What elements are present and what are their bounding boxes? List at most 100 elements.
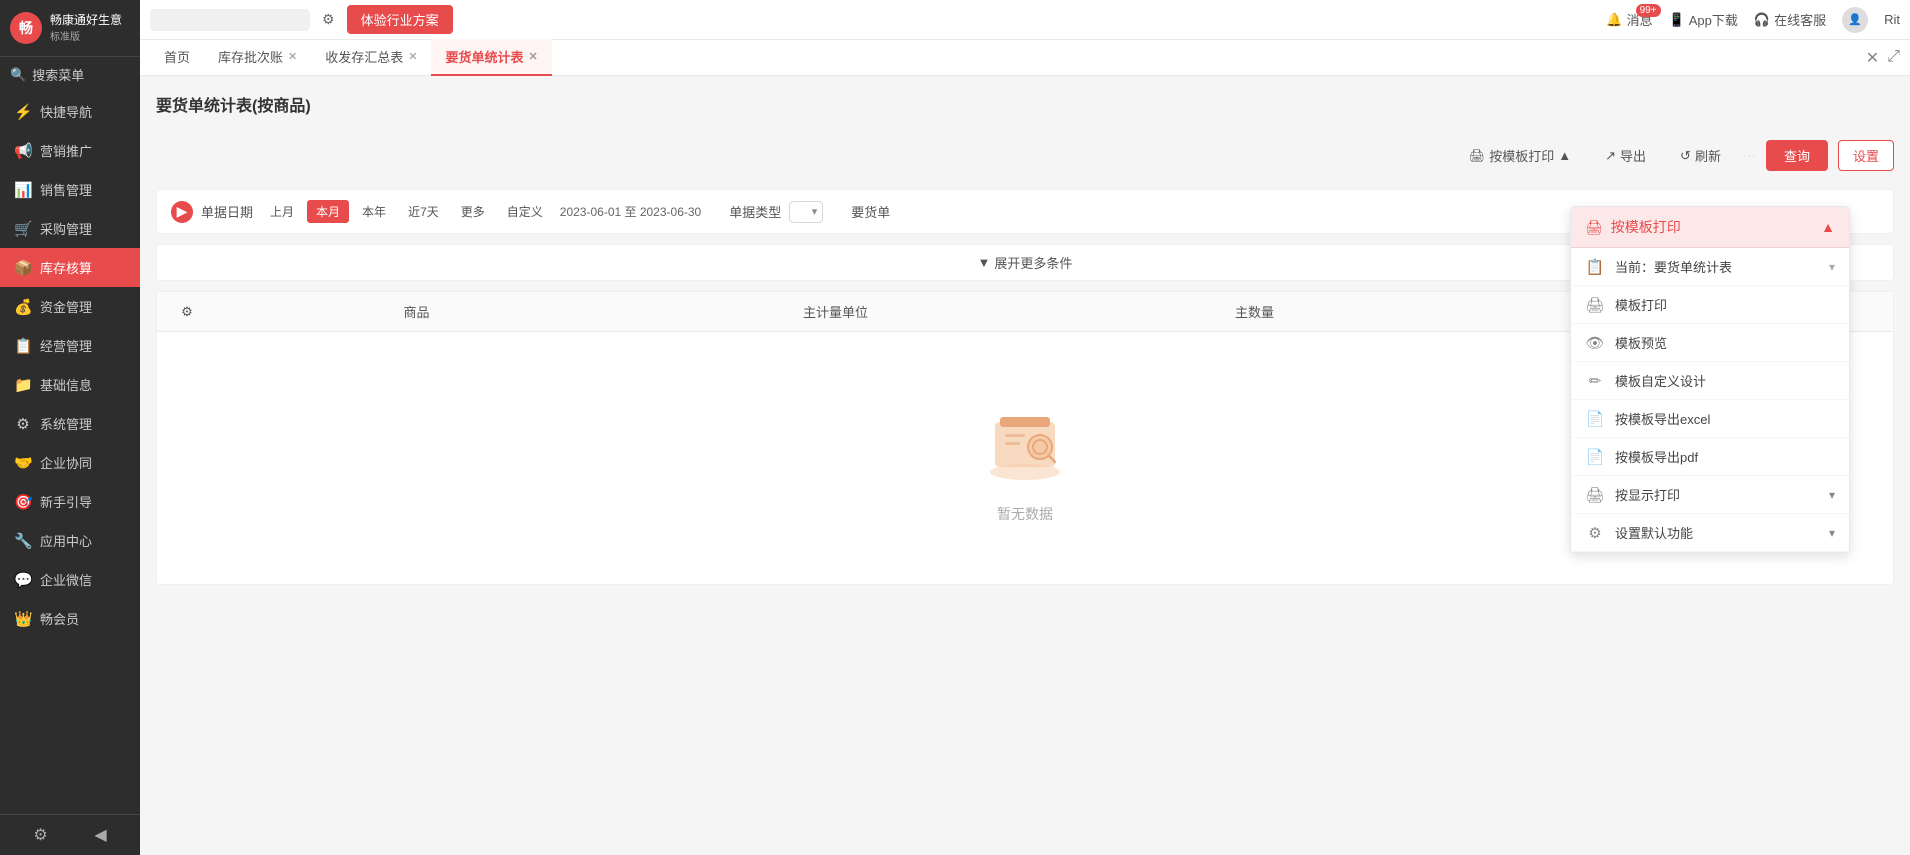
quick-nav-icon: ⚡: [14, 103, 32, 121]
tab-order-stats[interactable]: 要货单统计表 ✕: [431, 39, 551, 76]
tab-home[interactable]: 首页: [150, 39, 204, 76]
operation-icon: 📋: [14, 337, 32, 355]
dropdown-item-template-preview[interactable]: 👁 模板预览: [1571, 324, 1849, 362]
sidebar-item-basic[interactable]: 📁 基础信息: [0, 365, 140, 404]
dropdown-title: 🖨 按模板打印: [1585, 217, 1681, 237]
print-btn[interactable]: 🖨 按模板打印 ▲: [1457, 141, 1583, 170]
tab-collection-summary[interactable]: 收发存汇总表 ✕: [311, 39, 431, 76]
sidebar-search[interactable]: 🔍 搜索菜单: [0, 57, 140, 92]
template-print-icon: 🖨: [1585, 296, 1605, 314]
col-settings[interactable]: ⚙: [167, 294, 207, 330]
export-label: 导出: [1620, 146, 1646, 165]
query-btn[interactable]: 查询: [1766, 140, 1828, 171]
dropdown-title-label: 按模板打印: [1611, 217, 1681, 237]
app-download-btn[interactable]: 📱 App下载: [1669, 10, 1738, 29]
sidebar-item-inventory[interactable]: 📦 库存核算: [0, 248, 140, 287]
expand-label: 展开更多条件: [994, 253, 1072, 272]
sidebar-item-marketing[interactable]: 📢 营销推广: [0, 131, 140, 170]
trial-btn[interactable]: 体验行业方案: [347, 5, 453, 34]
template-custom-label: 模板自定义设计: [1615, 371, 1706, 390]
username-label: Rit: [1884, 12, 1900, 27]
type-select[interactable]: [789, 201, 823, 223]
dropdown-display-print[interactable]: 🖨 按显示打印 ▾: [1571, 476, 1849, 514]
membership-icon: 👑: [14, 610, 32, 628]
display-print-icon: 🖨: [1585, 486, 1605, 504]
date-btn-custom[interactable]: 自定义: [498, 200, 552, 223]
topbar-search-input[interactable]: [150, 9, 310, 31]
main-content: ⚙ 体验行业方案 🔔 消息 99+ 📱 App下载 🎧 在线客服 👤 Rit 首…: [140, 0, 1910, 855]
sidebar-item-label: 销售管理: [40, 180, 92, 199]
newbie-icon: 🎯: [14, 493, 32, 511]
export-btn[interactable]: ↗ 导出: [1593, 141, 1658, 170]
tab-batch-account-close[interactable]: ✕: [288, 50, 297, 63]
print-label: 按模板打印: [1489, 146, 1554, 165]
dropdown-item-template-custom[interactable]: ✏ 模板自定义设计: [1571, 362, 1849, 400]
online-service-btn[interactable]: 🎧 在线客服: [1754, 10, 1826, 29]
export-icon: ↗: [1605, 148, 1616, 164]
notification-btn[interactable]: 🔔 消息 99+: [1606, 10, 1652, 29]
date-btn-last-month[interactable]: 上月: [261, 200, 303, 223]
tab-home-label: 首页: [164, 47, 190, 66]
tab-collection-close[interactable]: ✕: [408, 50, 417, 63]
sidebar-item-sales[interactable]: 📊 销售管理: [0, 170, 140, 209]
sidebar-item-operation[interactable]: 📋 经营管理: [0, 326, 140, 365]
tab-batch-account[interactable]: 库存批次账 ✕: [204, 39, 311, 76]
topbar-gear-icon[interactable]: ⚙: [318, 7, 339, 32]
date-btn-more[interactable]: 更多: [452, 200, 494, 223]
settings-btn[interactable]: 设置: [1838, 140, 1894, 171]
current-label: 当前：要货单统计表: [1615, 257, 1732, 276]
sidebar-collapse-btn[interactable]: ◀: [94, 825, 106, 845]
sidebar-item-label: 企业协同: [40, 453, 92, 472]
content-area: 要货单统计表(按商品) 🖨 按模板打印 ▲ ↗ 导出 ↺ 刷新 ⋯ 查询 设置 …: [140, 76, 1910, 855]
sidebar-item-label: 经营管理: [40, 336, 92, 355]
notification-icon: 🔔: [1606, 12, 1622, 28]
type-label: 单据类型: [729, 202, 781, 221]
sidebar-item-label: 系统管理: [40, 414, 92, 433]
dropdown-item-export-pdf[interactable]: 📄 按模板导出pdf: [1571, 438, 1849, 476]
app-center-icon: 🔧: [14, 532, 32, 550]
tabs-bar: 首页 库存批次账 ✕ 收发存汇总表 ✕ 要货单统计表 ✕ ✕ ⤢: [140, 40, 1910, 76]
expand-icon: ▼: [978, 255, 991, 270]
sidebar-item-app-center[interactable]: 🔧 应用中心: [0, 521, 140, 560]
date-btn-7days[interactable]: 近7天: [399, 200, 448, 223]
tab-batch-account-label: 库存批次账: [218, 47, 283, 66]
refresh-btn[interactable]: ↺ 刷新: [1668, 141, 1733, 170]
dropdown-set-default[interactable]: ⚙ 设置默认功能 ▾: [1571, 514, 1849, 552]
sidebar-search-label: 搜索菜单: [32, 65, 84, 84]
current-icon: 📋: [1585, 258, 1605, 276]
maximize-window-btn[interactable]: ⤢: [1887, 48, 1900, 68]
finance-icon: 💰: [14, 298, 32, 316]
sidebar-item-system[interactable]: ⚙ 系统管理: [0, 404, 140, 443]
sidebar-settings-btn[interactable]: ⚙: [33, 825, 47, 845]
tab-collection-summary-label: 收发存汇总表: [325, 47, 403, 66]
topbar-right: 🔔 消息 99+ 📱 App下载 🎧 在线客服 👤 Rit: [1606, 7, 1900, 33]
col-unit: 主计量单位: [626, 292, 1045, 331]
sidebar-item-enterprise[interactable]: 🤝 企业协同: [0, 443, 140, 482]
phone-icon: 📱: [1669, 12, 1685, 28]
set-default-label: 设置默认功能: [1615, 523, 1693, 542]
marketing-icon: 📢: [14, 142, 32, 160]
set-default-left: ⚙ 设置默认功能: [1585, 523, 1693, 542]
date-btn-this-month[interactable]: 本月: [307, 200, 349, 223]
expand-more-btn[interactable]: ▼ 展开更多条件: [978, 253, 1073, 272]
sidebar-item-newbie[interactable]: 🎯 新手引导: [0, 482, 140, 521]
date-btn-this-year[interactable]: 本年: [353, 200, 395, 223]
template-preview-label: 模板预览: [1615, 333, 1667, 352]
display-print-left: 🖨 按显示打印: [1585, 485, 1680, 504]
dropdown-item-export-excel[interactable]: 📄 按模板导出excel: [1571, 400, 1849, 438]
dropdown-close-arrow[interactable]: ▲: [1821, 219, 1835, 235]
dropdown-item-template-print[interactable]: 🖨 模板打印: [1571, 286, 1849, 324]
sidebar-item-finance[interactable]: 💰 资金管理: [0, 287, 140, 326]
sidebar-item-purchase[interactable]: 🛒 采购管理: [0, 209, 140, 248]
sidebar-item-quick-nav[interactable]: ⚡ 快捷导航: [0, 92, 140, 131]
dropdown-current-template[interactable]: 📋 当前：要货单统计表 ▾: [1571, 248, 1849, 286]
sidebar-item-membership[interactable]: 👑 畅会员: [0, 599, 140, 638]
sidebar-item-enterprise-wechat[interactable]: 💬 企业微信: [0, 560, 140, 599]
col-quantity: 主数量: [1045, 292, 1464, 331]
tab-order-stats-label: 要货单统计表: [445, 47, 523, 66]
sidebar-nav: ⚡ 快捷导航 📢 营销推广 📊 销售管理 🛒 采购管理 📦 库存核算 💰 资金管…: [0, 92, 140, 814]
close-window-btn[interactable]: ✕: [1866, 48, 1879, 68]
filter-expand-btn[interactable]: ▶: [171, 201, 193, 223]
user-avatar[interactable]: 👤: [1842, 7, 1868, 33]
tab-order-stats-close[interactable]: ✕: [529, 50, 538, 63]
